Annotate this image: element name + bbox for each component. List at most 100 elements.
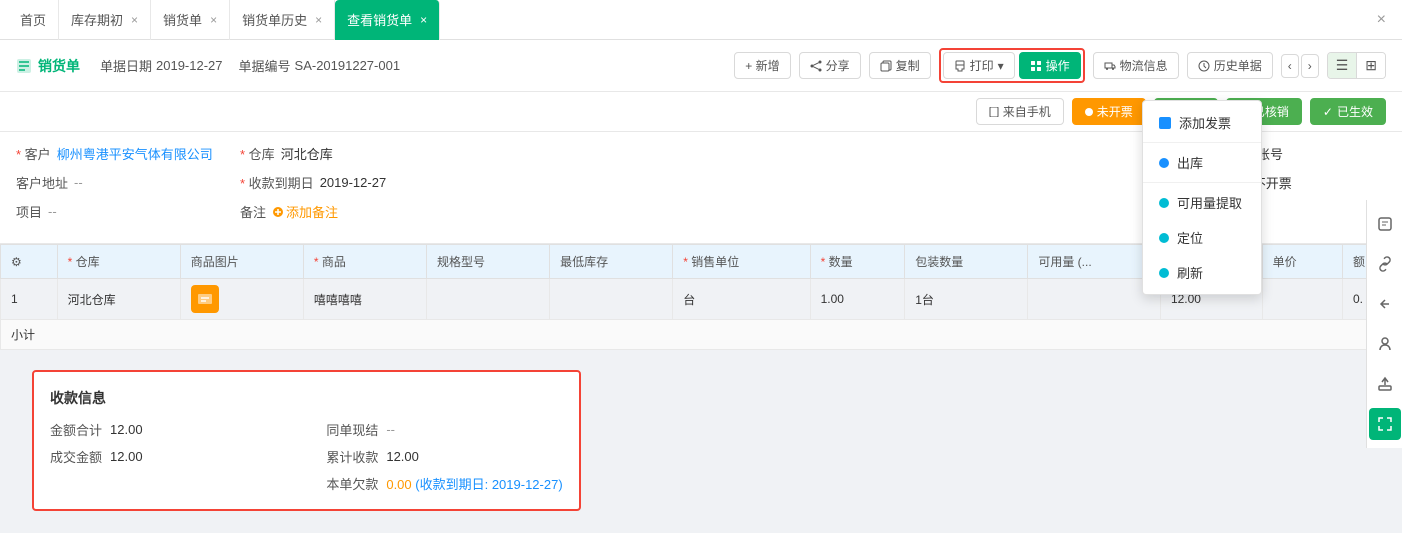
sidebar-link-icon[interactable] bbox=[1369, 248, 1401, 280]
col-unit-price: 单价 bbox=[1262, 245, 1342, 279]
due-date-value: 2019-12-27 bbox=[320, 175, 387, 190]
print-icon bbox=[954, 60, 966, 72]
tab-view-sales-close[interactable]: × bbox=[420, 13, 427, 27]
tab-inventory-init[interactable]: 库存期初 × bbox=[59, 0, 151, 40]
logistics-button[interactable]: 物流信息 bbox=[1093, 52, 1179, 79]
tab-sales-order-label: 销货单 bbox=[163, 10, 202, 29]
payment-grid: 金额合计 12.00 同单现结 -- 成交金额 12.00 累计收款 12.00 bbox=[50, 420, 563, 493]
add-invoice-icon bbox=[1159, 117, 1171, 129]
dropdown-refresh[interactable]: 刷新 bbox=[1143, 255, 1261, 290]
history-button[interactable]: 历史单据 bbox=[1187, 52, 1273, 79]
address-label: 客户地址 bbox=[16, 173, 68, 192]
notes-label: 备注 bbox=[240, 202, 266, 221]
product-img-icon bbox=[196, 290, 214, 308]
col-model: 规格型号 bbox=[426, 245, 549, 279]
col-warehouse: 仓库 bbox=[57, 245, 180, 279]
window-close-button[interactable]: × bbox=[1369, 7, 1394, 33]
copy-button[interactable]: 复制 bbox=[869, 52, 931, 79]
print-dropdown-arrow: ▾ bbox=[998, 59, 1004, 73]
sidebar-clipboard-icon[interactable] bbox=[1369, 208, 1401, 240]
sales-order-icon bbox=[16, 58, 32, 74]
tab-home[interactable]: 首页 bbox=[8, 0, 59, 40]
col-settings: ⚙ bbox=[1, 245, 58, 279]
list-view-button[interactable]: ☰ bbox=[1328, 53, 1358, 78]
doc-date-label: 单据日期 bbox=[100, 56, 152, 75]
project-field: 项目 -- bbox=[16, 202, 216, 221]
customer-value[interactable]: 柳州粤港平安气体有限公司 bbox=[57, 144, 213, 163]
tab-inventory-init-label: 库存期初 bbox=[71, 10, 123, 29]
document-header: 销货单 单据日期 2019-12-27 单据编号 SA-20191227-001… bbox=[0, 40, 1402, 92]
payment-same-settle: 同单现结 -- bbox=[326, 420, 562, 439]
sidebar-return-icon[interactable] bbox=[1369, 288, 1401, 320]
doc-number-field: 单据编号 SA-20191227-001 bbox=[239, 56, 401, 75]
document-meta: 单据日期 2019-12-27 单据编号 SA-20191227-001 bbox=[100, 56, 400, 75]
settings-gear-icon: ⚙ bbox=[11, 255, 22, 269]
col-sales-unit: 销售单位 bbox=[673, 245, 810, 279]
print-button[interactable]: 打印 ▾ bbox=[943, 52, 1015, 79]
dropdown-ship-out[interactable]: 出库 bbox=[1143, 145, 1261, 180]
locate-icon bbox=[1159, 233, 1169, 243]
tab-sales-history[interactable]: 销货单历史 × bbox=[230, 0, 335, 40]
sidebar-expand-icon[interactable] bbox=[1369, 408, 1401, 440]
dropdown-add-invoice[interactable]: 添加发票 bbox=[1143, 105, 1261, 140]
new-button[interactable]: + 新增 bbox=[734, 52, 790, 79]
warehouse-label: 仓库 bbox=[240, 144, 275, 163]
row-quantity: 1.00 bbox=[810, 279, 905, 320]
row-package-qty: 1台 bbox=[905, 279, 1028, 320]
ship-out-icon bbox=[1159, 158, 1169, 168]
tab-inventory-init-close[interactable]: × bbox=[131, 13, 138, 27]
share-button[interactable]: 分享 bbox=[799, 52, 861, 79]
right-sidebar bbox=[1366, 200, 1402, 448]
doc-number-label: 单据编号 bbox=[239, 56, 291, 75]
project-value: -- bbox=[48, 204, 57, 219]
add-note-button[interactable]: 添加备注 bbox=[272, 202, 338, 221]
tab-sales-order-close[interactable]: × bbox=[210, 13, 217, 27]
grid-view-button[interactable]: ⊞ bbox=[1357, 53, 1385, 78]
dropdown-available-extract[interactable]: 可用量提取 bbox=[1143, 185, 1261, 220]
truck-icon bbox=[1104, 60, 1116, 72]
tab-bar: 首页 库存期初 × 销货单 × 销货单历史 × 查看销货单 × × bbox=[0, 0, 1402, 40]
payment-total-amount: 金额合计 12.00 bbox=[50, 420, 286, 439]
grid-icon bbox=[1030, 60, 1042, 72]
dropdown-divider-1 bbox=[1143, 142, 1261, 143]
user-icon bbox=[1377, 336, 1393, 352]
payment-wrapper: 收款信息 金额合计 12.00 同单现结 -- 成交金额 12.00 累计收款 … bbox=[0, 350, 1402, 531]
row-sales-unit: 台 bbox=[673, 279, 810, 320]
row-product-img bbox=[180, 279, 303, 320]
share-icon bbox=[810, 60, 822, 72]
return-icon bbox=[1377, 296, 1393, 312]
operations-button[interactable]: 操作 bbox=[1019, 52, 1081, 79]
tab-home-label: 首页 bbox=[20, 10, 46, 29]
customer-label: 客户 bbox=[16, 144, 51, 163]
refresh-icon bbox=[1159, 268, 1169, 278]
tab-sales-order[interactable]: 销货单 × bbox=[151, 0, 230, 40]
effective-button[interactable]: ✓ 已生效 bbox=[1310, 98, 1386, 125]
phone-icon bbox=[989, 107, 999, 117]
doc-number-value: SA-20191227-001 bbox=[295, 58, 401, 73]
due-date-field: 收款到期日 2019-12-27 bbox=[240, 173, 440, 192]
tab-view-sales[interactable]: 查看销货单 × bbox=[335, 0, 440, 40]
from-phone-button[interactable]: 来自手机 bbox=[976, 98, 1064, 125]
unopened-button[interactable]: 未开票 bbox=[1072, 98, 1146, 125]
dropdown-locate[interactable]: 定位 bbox=[1143, 220, 1261, 255]
view-toggle: ☰ ⊞ bbox=[1327, 52, 1386, 79]
customer-field: 客户 柳州粤港平安气体有限公司 bbox=[16, 144, 216, 163]
dot-orange bbox=[1085, 108, 1093, 116]
sidebar-export-icon[interactable] bbox=[1369, 368, 1401, 400]
available-extract-icon bbox=[1159, 198, 1169, 208]
col-package-qty: 包装数量 bbox=[905, 245, 1028, 279]
row-product: 嘻嘻嘻嘻 bbox=[303, 279, 426, 320]
dropdown-divider-2 bbox=[1143, 182, 1261, 183]
nav-arrows: ‹ › bbox=[1281, 54, 1319, 78]
sidebar-user-icon[interactable] bbox=[1369, 328, 1401, 360]
payment-section: 收款信息 金额合计 12.00 同单现结 -- 成交金额 12.00 累计收款 … bbox=[32, 370, 581, 511]
next-button[interactable]: › bbox=[1301, 54, 1319, 78]
expand-icon bbox=[1377, 416, 1393, 432]
col-available: 可用量 (... bbox=[1028, 245, 1161, 279]
tab-sales-history-close[interactable]: × bbox=[315, 13, 322, 27]
due-date-label: 收款到期日 bbox=[240, 173, 314, 192]
warehouse-value: 河北仓库 bbox=[281, 144, 333, 163]
row-model bbox=[426, 279, 549, 320]
prev-button[interactable]: ‹ bbox=[1281, 54, 1299, 78]
payment-transaction-amount: 成交金额 12.00 bbox=[50, 447, 286, 466]
